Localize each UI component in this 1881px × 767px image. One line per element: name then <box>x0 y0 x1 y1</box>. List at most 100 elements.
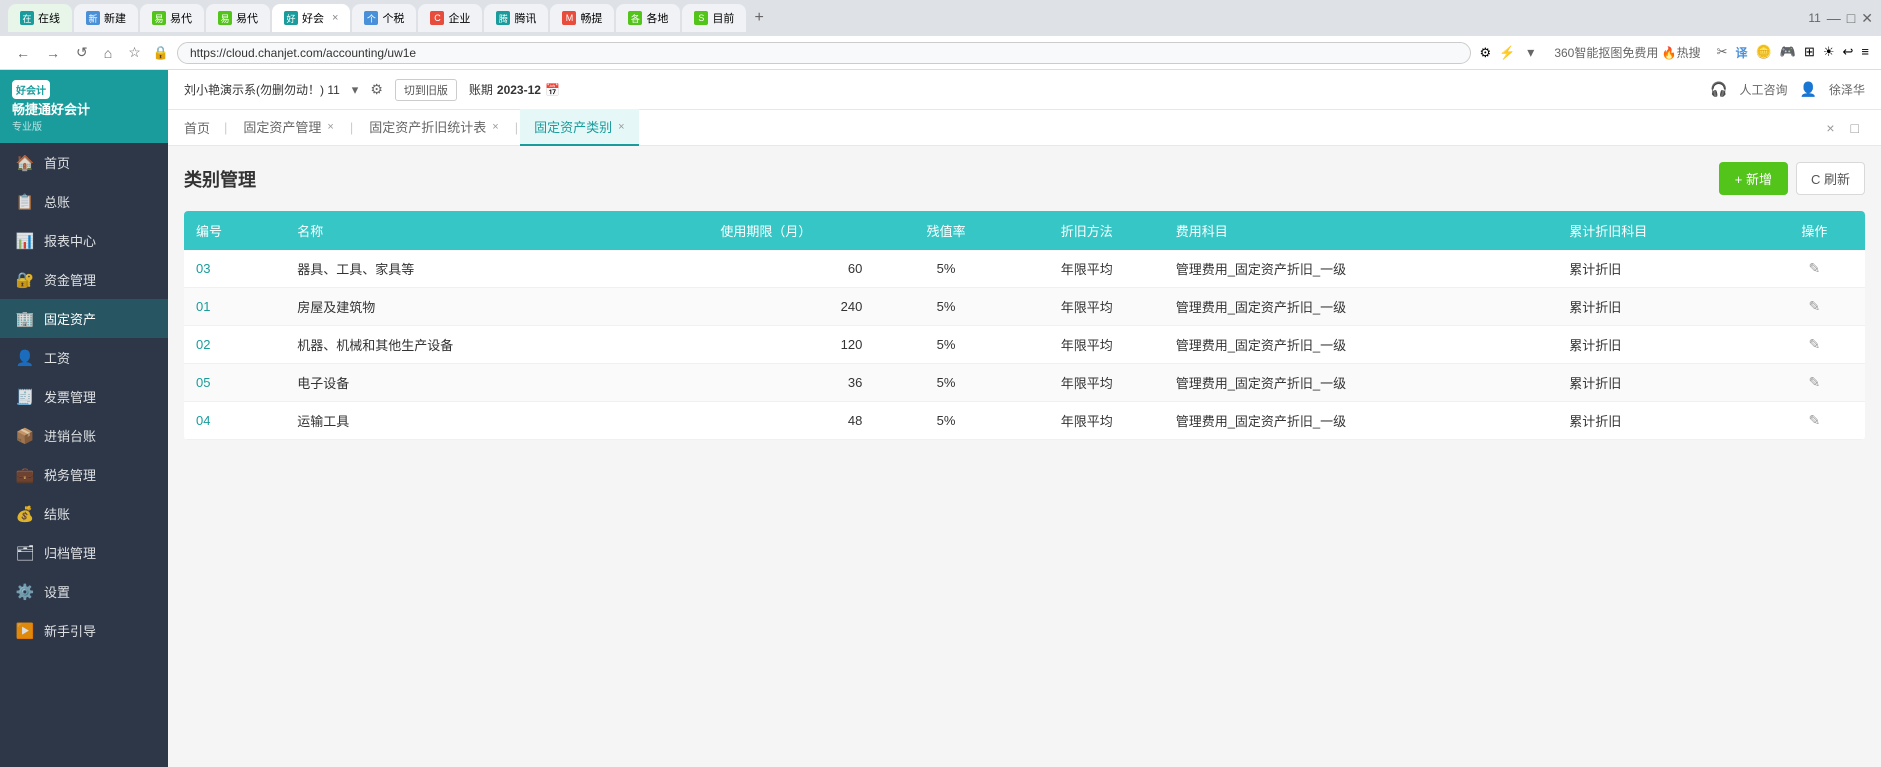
col-header-action: 操作 <box>1764 211 1865 250</box>
tab-close-depreciation-report[interactable]: × <box>492 121 498 133</box>
cell-code: 04 <box>184 402 285 440</box>
tab-depreciation-report[interactable]: 固定资产折旧统计表 × <box>355 109 512 146</box>
cell-method: 年限平均 <box>1010 288 1164 326</box>
tab-close-fixed-asset-mgmt[interactable]: × <box>327 121 333 133</box>
table-row: 04 运输工具 48 5% 年限平均 管理费用_固定资产折旧_一级 累计折旧 ✎ <box>184 402 1865 440</box>
undo-icon[interactable]: ↩ <box>1843 44 1854 61</box>
calendar-icon[interactable]: 📅 <box>545 83 560 97</box>
search-label: 360智能抠图免费用 🔥热搜 <box>1554 44 1700 61</box>
sidebar-item-tax[interactable]: 💼 税务管理 <box>0 455 168 494</box>
cell-expense: 管理费用_固定资产折旧_一级 <box>1164 402 1558 440</box>
more-icon[interactable]: ≡ <box>1861 44 1869 61</box>
browser-tab-7[interactable]: 腾 腾讯 <box>484 4 548 32</box>
game-icon[interactable]: 🎮 <box>1780 44 1796 61</box>
tab-close-asset-category[interactable]: × <box>618 121 624 133</box>
ai-consult[interactable]: 人工咨询 <box>1740 81 1788 98</box>
sidebar-item-close-period[interactable]: 💰 结账 <box>0 494 168 533</box>
browser-tab-6[interactable]: C 企业 <box>418 4 482 32</box>
sidebar-item-funds[interactable]: 🔐 资金管理 <box>0 260 168 299</box>
cell-action[interactable]: ✎ <box>1764 402 1865 440</box>
tab-area-maximize-button[interactable]: □ <box>1845 118 1865 138</box>
reload-button[interactable]: ↺ <box>72 42 92 63</box>
sun-icon[interactable]: ☀ <box>1823 44 1835 61</box>
sidebar-item-ledger[interactable]: 📋 总账 <box>0 182 168 221</box>
edit-icon[interactable]: ✎ <box>1808 298 1820 314</box>
edit-icon[interactable]: ✎ <box>1808 412 1820 428</box>
cell-name: 电子设备 <box>285 364 649 402</box>
grid-icon[interactable]: ⊞ <box>1804 44 1815 61</box>
tab-asset-category[interactable]: 固定资产类别 × <box>520 109 638 146</box>
tab-area-close-button[interactable]: × <box>1820 118 1840 138</box>
archive-icon: 🗂 <box>16 544 34 562</box>
cell-action[interactable]: ✎ <box>1764 288 1865 326</box>
translate-icon[interactable]: 译 <box>1736 44 1748 61</box>
table-row: 02 机器、机械和其他生产设备 120 5% 年限平均 管理费用_固定资产折旧_… <box>184 326 1865 364</box>
browser-tab-8[interactable]: M 畅提 <box>550 4 614 32</box>
tab-fixed-asset-mgmt[interactable]: 固定资产管理 × <box>229 109 347 146</box>
lightning-icon[interactable]: ⚡ <box>1499 45 1515 61</box>
sidebar-label-close-period: 结账 <box>44 504 70 523</box>
sidebar-item-fixed-assets[interactable]: 🏢 固定资产 <box>0 299 168 338</box>
back-button[interactable]: ← <box>12 43 34 63</box>
switch-version-button[interactable]: 切到旧版 <box>395 79 457 101</box>
edit-icon[interactable]: ✎ <box>1808 336 1820 352</box>
sidebar-item-payroll[interactable]: 👤 工资 <box>0 338 168 377</box>
browser-tab-10[interactable]: S 目前 <box>682 4 746 32</box>
sidebar-item-home[interactable]: 🏠 首页 <box>0 143 168 182</box>
cell-accum: 累计折旧 <box>1557 402 1763 440</box>
reports-icon: 📊 <box>16 232 34 250</box>
maximize-icon[interactable]: □ <box>1847 10 1855 26</box>
cell-residual: 5% <box>882 326 1010 364</box>
sidebar-label-home: 首页 <box>44 153 70 172</box>
page-body: 类别管理 + 新增 C 刷新 编号 名称 使用期限（月） 残值率 折旧方法 费用… <box>168 146 1881 767</box>
coin-icon[interactable]: 🪙 <box>1756 44 1772 61</box>
browser-tab-9[interactable]: 各 各地 <box>616 4 680 32</box>
cut-tool[interactable]: ✂ <box>1717 44 1728 61</box>
cell-residual: 5% <box>882 402 1010 440</box>
sidebar-item-archive[interactable]: 🗂 归档管理 <box>0 533 168 572</box>
cell-code: 02 <box>184 326 285 364</box>
cell-action[interactable]: ✎ <box>1764 250 1865 288</box>
breadcrumb-home[interactable]: 首页 <box>184 118 222 137</box>
guide-icon: ▶️ <box>16 622 34 640</box>
home-button[interactable]: ⌂ <box>100 43 116 63</box>
browser-tab-3[interactable]: 易 易代 <box>206 4 270 32</box>
site-tools-icon[interactable]: ⚙ <box>1479 45 1491 61</box>
sidebar-item-invoice[interactable]: 🧾 发票管理 <box>0 377 168 416</box>
minimize-icon[interactable]: — <box>1827 10 1841 26</box>
cell-name: 器具、工具、家具等 <box>285 250 649 288</box>
cell-expense: 管理费用_固定资产折旧_一级 <box>1164 364 1558 402</box>
edit-icon[interactable]: ✎ <box>1808 260 1820 276</box>
cell-name: 机器、机械和其他生产设备 <box>285 326 649 364</box>
browser-tab-5[interactable]: 个 个税 <box>352 4 416 32</box>
edit-icon[interactable]: ✎ <box>1808 374 1820 390</box>
browser-tab-1[interactable]: 新 新建 <box>74 4 138 32</box>
tab-close-4[interactable]: × <box>332 12 338 24</box>
cell-months: 240 <box>650 288 883 326</box>
tab-count: 11 <box>1808 11 1820 25</box>
sidebar-item-settings[interactable]: ⚙️ 设置 <box>0 572 168 611</box>
sidebar-item-reports[interactable]: 📊 报表中心 <box>0 221 168 260</box>
page-actions: + 新增 C 刷新 <box>1719 162 1865 195</box>
sidebar-item-sales[interactable]: 📦 进销台账 <box>0 416 168 455</box>
dropdown-button[interactable]: ▾ <box>1523 42 1538 63</box>
browser-tab-4[interactable]: 好 好会 × <box>272 4 350 32</box>
table-body: 03 器具、工具、家具等 60 5% 年限平均 管理费用_固定资产折旧_一级 累… <box>184 250 1865 440</box>
cell-action[interactable]: ✎ <box>1764 364 1865 402</box>
address-input[interactable] <box>177 42 1472 64</box>
new-tab-button[interactable]: + <box>748 7 769 29</box>
add-button[interactable]: + 新增 <box>1719 162 1788 195</box>
forward-button[interactable]: → <box>42 43 64 63</box>
sidebar-item-guide[interactable]: ▶️ 新手引导 <box>0 611 168 650</box>
dropdown-arrow[interactable]: ▾ <box>352 82 359 98</box>
cell-code: 01 <box>184 288 285 326</box>
browser-tab-0[interactable]: 在 在线 <box>8 4 72 32</box>
main-content: 刘小艳演示系(勿删勿动！) 11 ▾ ⚙ 切到旧版 账期 2023-12 📅 🎧… <box>168 70 1881 767</box>
refresh-button[interactable]: C 刷新 <box>1796 162 1865 195</box>
close-icon[interactable]: ✕ <box>1861 10 1873 27</box>
settings-top-icon[interactable]: ⚙ <box>370 81 383 98</box>
cell-action[interactable]: ✎ <box>1764 326 1865 364</box>
browser-tab-2[interactable]: 易 易代 <box>140 4 204 32</box>
star-button[interactable]: ☆ <box>124 42 145 63</box>
sidebar-label-ledger: 总账 <box>44 192 70 211</box>
